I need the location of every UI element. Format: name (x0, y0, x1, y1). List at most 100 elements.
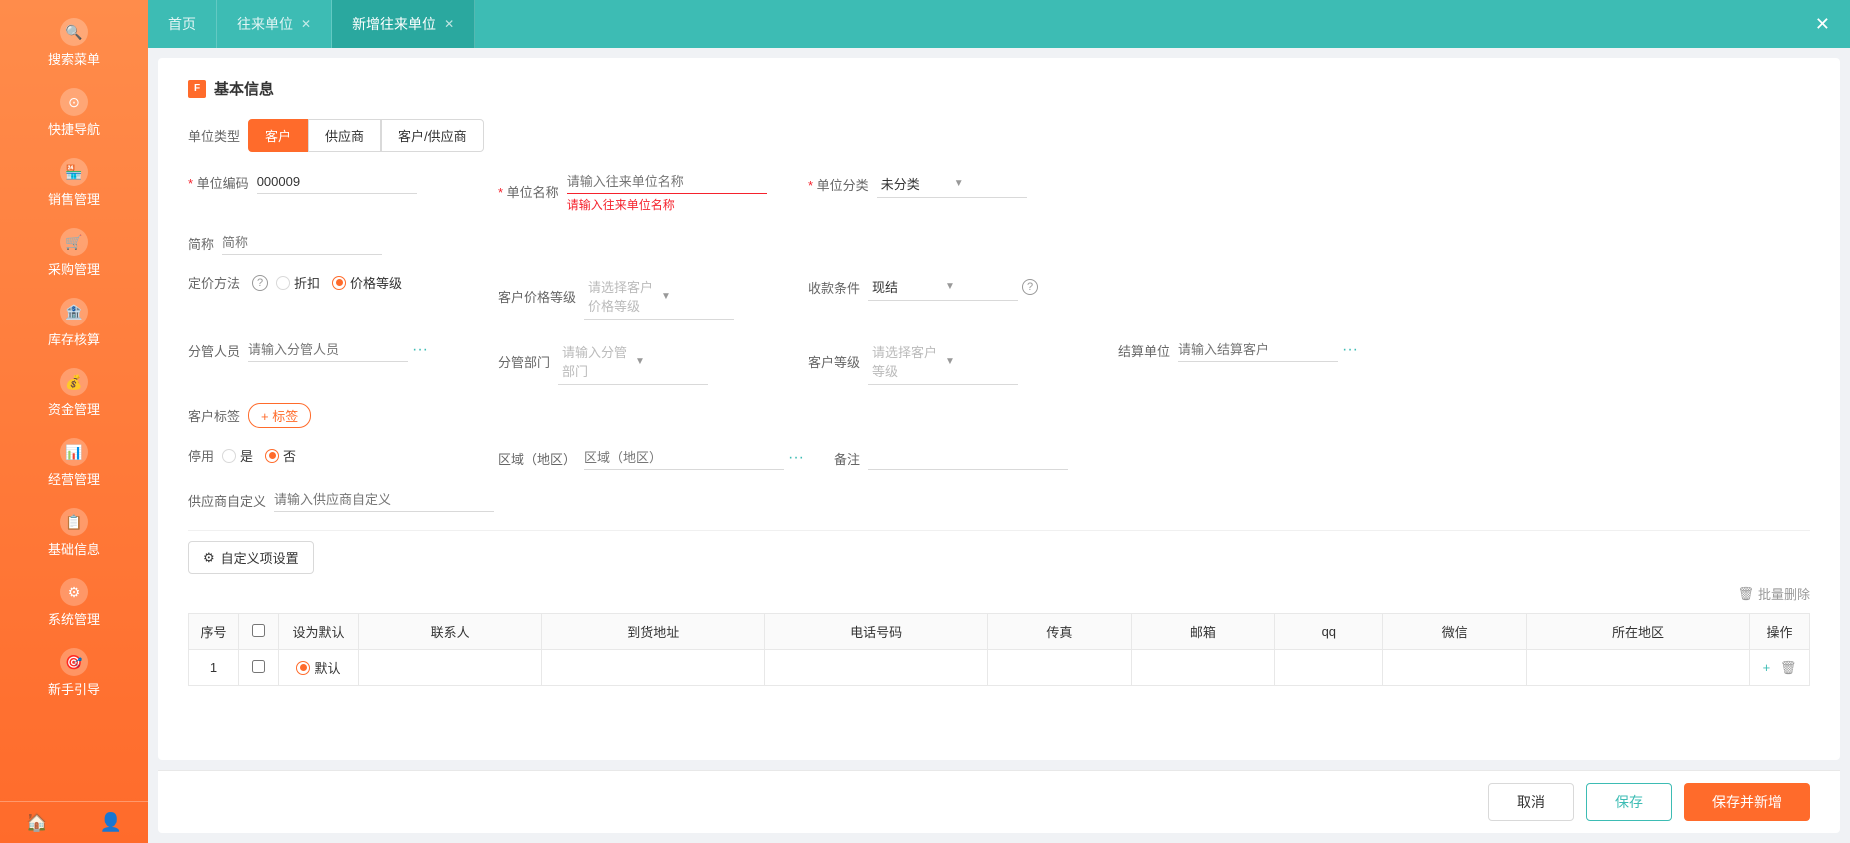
sidebar-item-quick-nav[interactable]: ⊙ 快捷导航 (0, 78, 148, 148)
type-btn-customer[interactable]: 客户 (248, 119, 308, 152)
sidebar-item-basic-info[interactable]: 📋 基础信息 (0, 498, 148, 568)
pricing-help-icon[interactable]: ? (252, 275, 268, 291)
sidebar: 🔍 搜索菜单 ⊙ 快捷导航 🏪 销售管理 🛒 采购管理 🏦 库存核算 💰 资金管… (0, 0, 148, 843)
sidebar-label-sales: 销售管理 (48, 189, 100, 208)
unit-category-dropdown[interactable]: 未分类 ▼ (877, 170, 1027, 198)
supplier-custom-input[interactable] (274, 488, 494, 512)
row-email (1131, 650, 1275, 686)
custom-settings-label: 自定义项设置 (221, 548, 299, 567)
unit-name-input[interactable] (567, 170, 767, 194)
disabled-radio-group: 是 否 (222, 446, 296, 465)
settlement-unit-group: 结算单位 ··· (1118, 338, 1398, 362)
region-more-btn[interactable]: ··· (788, 449, 804, 467)
row-region (1527, 650, 1750, 686)
pricing-radio-group: 折扣 价格等级 (276, 273, 402, 292)
customer-price-level-dropdown[interactable]: 请选择客户价格等级 ▼ (584, 273, 734, 320)
gear-icon: ⚙ (203, 550, 215, 566)
disabled-yes-label: 是 (240, 446, 253, 465)
table-row: 1 默认 (189, 650, 1810, 686)
tab-bar: 首页 往来单位 ✕ 新增往来单位 ✕ ✕ (148, 0, 1850, 48)
batch-delete-button[interactable]: 🗑 批量删除 (1737, 584, 1810, 603)
sidebar-item-purchase[interactable]: 🛒 采购管理 (0, 218, 148, 288)
window-close-button[interactable]: ✕ (1795, 14, 1850, 35)
tab-new-counterpart-label: 新增往来单位 (352, 14, 436, 34)
save-button[interactable]: 保存 (1586, 783, 1672, 821)
row-add-button[interactable]: + (1763, 660, 1771, 675)
batch-delete-icon: 🗑 (1737, 586, 1754, 602)
tab-new-counterpart-close[interactable]: ✕ (444, 17, 454, 31)
save-add-button[interactable]: 保存并新增 (1684, 783, 1810, 821)
payment-terms-value: 现结 (872, 277, 941, 296)
remarks-group: 备注 (834, 446, 1114, 470)
row-checkbox[interactable] (252, 660, 265, 673)
customer-tag-row: 客户标签 + 标签 (188, 403, 1810, 428)
tab-counterpart[interactable]: 往来单位 ✕ (217, 0, 332, 48)
pricing-radio-level[interactable]: 价格等级 (332, 273, 402, 292)
customer-tag-label: 客户标签 (188, 406, 240, 425)
col-header-region: 所在地区 (1527, 614, 1750, 650)
department-label: 分管部门 (498, 352, 550, 371)
row-contact (359, 650, 542, 686)
row-action: + 🗑 (1750, 650, 1810, 686)
row-delete-button[interactable]: 🗑 (1780, 660, 1797, 675)
add-tag-button[interactable]: + 标签 (248, 403, 311, 428)
sidebar-item-finance[interactable]: 💰 资金管理 (0, 358, 148, 428)
disabled-group: 停用 是 否 (188, 446, 468, 465)
settlement-unit-label: 结算单位 (1118, 341, 1170, 360)
disabled-no[interactable]: 否 (265, 446, 296, 465)
abbr-label: 简称 (188, 234, 214, 253)
col-header-email: 邮箱 (1131, 614, 1275, 650)
sidebar-label-search: 搜索菜单 (48, 49, 100, 68)
customer-tag-group: 客户标签 + 标签 (188, 403, 468, 428)
sidebar-label-finance: 资金管理 (48, 399, 100, 418)
tab-counterpart-close[interactable]: ✕ (301, 17, 311, 31)
abbr-input[interactable] (222, 231, 382, 255)
abbr-group: 简称 (188, 231, 468, 255)
sidebar-item-guide[interactable]: 🎯 新手引导 (0, 638, 148, 708)
divider (188, 530, 1810, 531)
tab-home[interactable]: 首页 (148, 0, 217, 48)
department-arrow: ▼ (635, 356, 704, 367)
sidebar-item-sales[interactable]: 🏪 销售管理 (0, 148, 148, 218)
sidebar-bottom: 🏠 👤 (0, 801, 148, 843)
sidebar-item-inventory[interactable]: 🏦 库存核算 (0, 288, 148, 358)
col-header-wechat: 微信 (1383, 614, 1527, 650)
type-btn-supplier[interactable]: 供应商 (308, 119, 381, 152)
row-default-radio[interactable]: 默认 (289, 658, 348, 677)
sidebar-item-operations[interactable]: 📊 经营管理 (0, 428, 148, 498)
customer-level-dropdown[interactable]: 请选择客户等级 ▼ (868, 338, 1018, 385)
disabled-yes[interactable]: 是 (222, 446, 253, 465)
unit-name-field-wrap: 请输入往来单位名称 (567, 170, 767, 213)
custom-settings-button[interactable]: ⚙ 自定义项设置 (188, 541, 314, 574)
department-dropdown[interactable]: 请输入分管部门 ▼ (558, 338, 708, 385)
pricing-radio-discount[interactable]: 折扣 (276, 273, 320, 292)
purchase-icon: 🛒 (60, 228, 88, 256)
select-all-checkbox[interactable] (252, 624, 265, 637)
sidebar-item-search[interactable]: 🔍 搜索菜单 (0, 8, 148, 78)
supervisor-label: 分管人员 (188, 341, 240, 360)
supplier-custom-group: 供应商自定义 (188, 488, 494, 512)
unit-code-group: 单位编码 (188, 170, 468, 194)
remarks-input[interactable] (868, 446, 1068, 470)
customer-level-group: 客户等级 请选择客户等级 ▼ (808, 338, 1088, 385)
section-title: F 基本信息 (188, 78, 1810, 99)
region-label: 区域（地区） (498, 449, 576, 468)
region-input[interactable] (584, 446, 784, 470)
supplier-custom-label: 供应商自定义 (188, 491, 266, 510)
sidebar-item-system[interactable]: ⚙ 系统管理 (0, 568, 148, 638)
guide-icon: 🎯 (60, 648, 88, 676)
supervisor-input[interactable] (248, 338, 408, 362)
supervisor-more-btn[interactable]: ··· (412, 341, 428, 359)
sidebar-user-icon[interactable]: 👤 (100, 812, 122, 833)
unit-category-value: 未分类 (881, 174, 950, 193)
type-btn-both[interactable]: 客户/供应商 (381, 119, 484, 152)
payment-terms-dropdown[interactable]: 现结 ▼ (868, 273, 1018, 301)
payment-terms-help-icon[interactable]: ? (1022, 279, 1038, 295)
sidebar-home-icon[interactable]: 🏠 (26, 812, 48, 833)
finance-icon: 💰 (60, 368, 88, 396)
unit-code-input[interactable] (257, 170, 417, 194)
cancel-button[interactable]: 取消 (1488, 783, 1574, 821)
tab-new-counterpart[interactable]: 新增往来单位 ✕ (332, 0, 475, 48)
settlement-unit-input[interactable] (1178, 338, 1338, 362)
settlement-unit-more-btn[interactable]: ··· (1342, 341, 1358, 359)
